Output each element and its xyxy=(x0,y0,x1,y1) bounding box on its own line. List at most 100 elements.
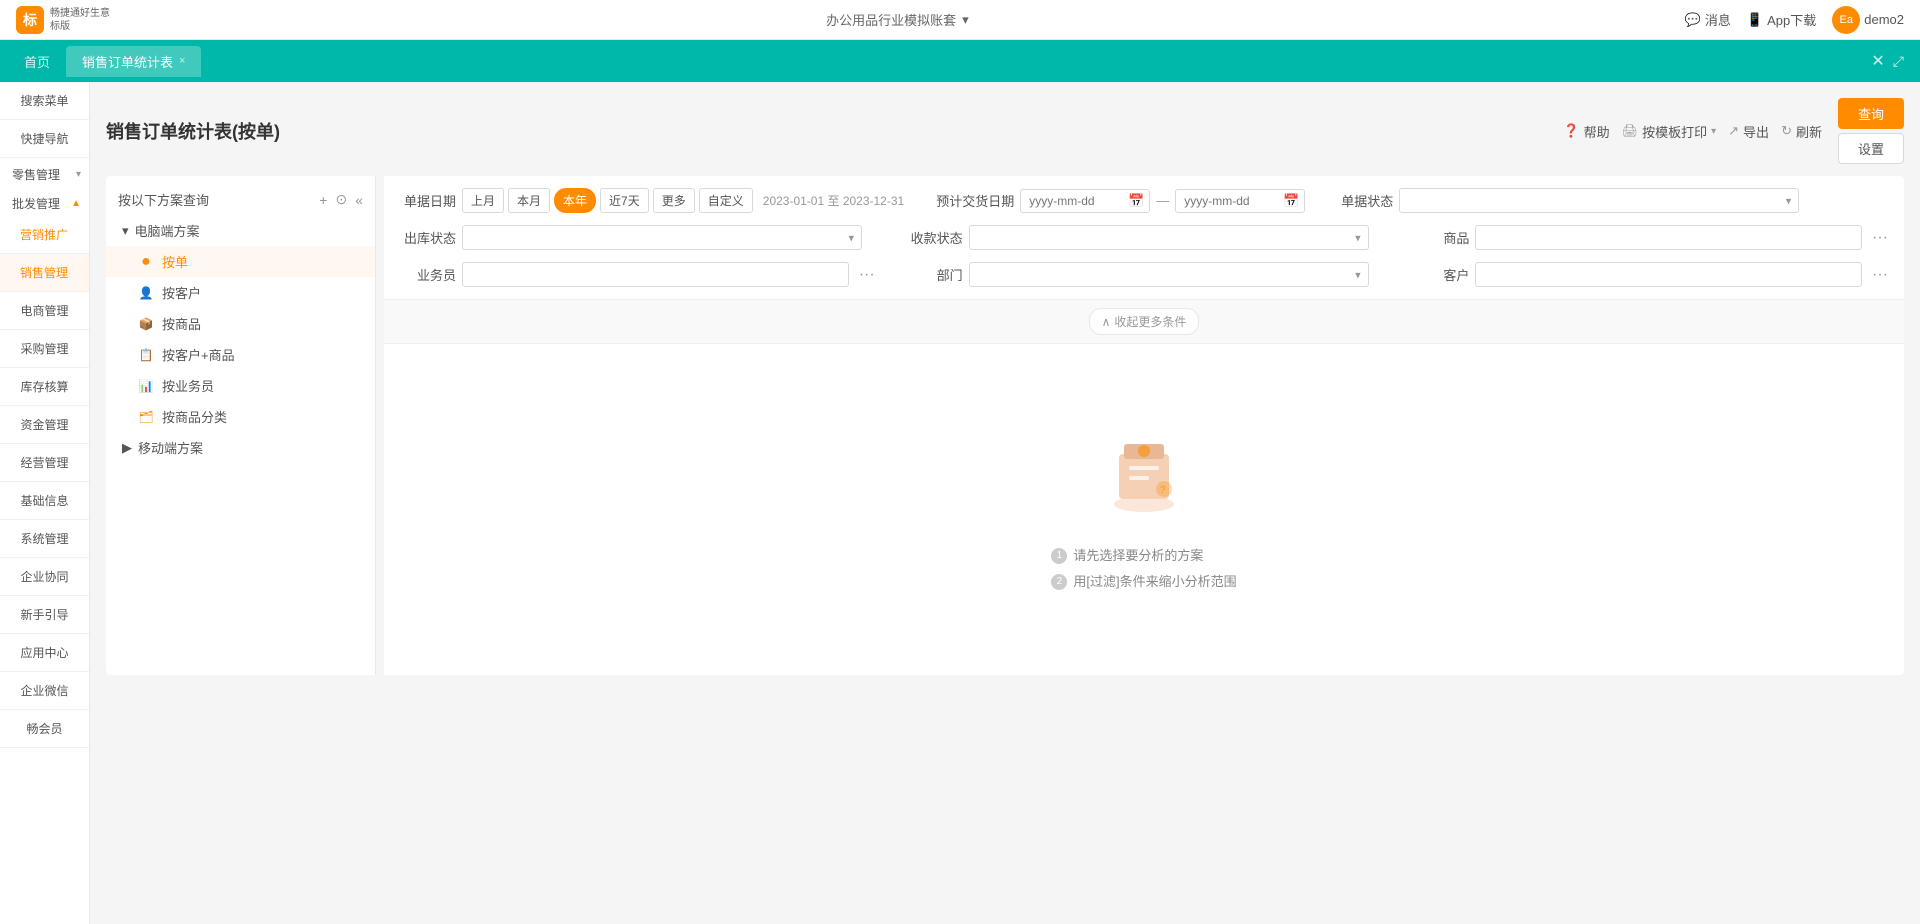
sidebar-inventory-label: 库存核算 xyxy=(20,378,68,395)
scheme-group-mobile: ▶ 移动端方案 xyxy=(106,432,375,463)
date-btn-lastmonth[interactable]: 上月 xyxy=(462,188,504,213)
sidebar-item-wholesale[interactable]: 批发管理 ▲ xyxy=(0,187,89,216)
add-scheme-icon[interactable]: + xyxy=(319,192,327,208)
sidebar-item-system[interactable]: 系统管理 xyxy=(0,520,89,558)
app-selector-label[interactable]: 办公用品行业模拟账套 xyxy=(826,10,956,29)
sidebar-retail-label: 零售管理 xyxy=(12,166,60,183)
sidebar-item-sales[interactable]: 销售管理 xyxy=(0,254,89,292)
sidebar-item-retail[interactable]: 零售管理 ▾ xyxy=(0,158,89,187)
sidebar-item-search[interactable]: 搜索菜单 xyxy=(0,82,89,120)
department-label: 部门 xyxy=(907,265,963,284)
goods-input[interactable] xyxy=(1475,225,1862,250)
export-label: 导出 xyxy=(1743,122,1769,141)
sidebar-item-basic[interactable]: 基础信息 xyxy=(0,482,89,520)
date-btn-more[interactable]: 更多 xyxy=(653,188,695,213)
tab-active[interactable]: 销售订单统计表 × xyxy=(66,46,201,77)
scheme-item-by-staff[interactable]: 📊 按业务员 xyxy=(106,370,375,401)
filter-group-department: 部门 xyxy=(907,262,1382,287)
scheme-item-by-customer-product[interactable]: 📋 按客户+商品 xyxy=(106,339,375,370)
sidebar-item-inventory[interactable]: 库存核算 xyxy=(0,368,89,406)
empty-tip-2: 2 用[过滤]条件来缩小分析范围 xyxy=(1051,569,1236,595)
payment-select[interactable] xyxy=(969,225,1369,250)
sidebar-item-shortcuts[interactable]: 快捷导航 xyxy=(0,120,89,158)
filter-group-expected-date: 预计交货日期 📅 — 📅 xyxy=(936,189,1305,213)
sidebar-operations-label: 经营管理 xyxy=(20,454,68,471)
tip-num-1: 1 xyxy=(1051,548,1067,564)
filter-group-status: 单据状态 xyxy=(1337,188,1888,213)
delivery-select-wrap xyxy=(462,225,862,250)
left-panel: 按以下方案查询 + ⊙ « ▾ 电脑端方案 xyxy=(106,176,376,675)
sidebar-purchase-label: 采购管理 xyxy=(20,340,68,357)
customer-input[interactable] xyxy=(1475,262,1862,287)
message-button[interactable]: 💬 消息 xyxy=(1685,10,1731,29)
tab-close-icon[interactable]: × xyxy=(179,55,185,67)
scheme-item-label-customer: 按客户 xyxy=(162,283,201,302)
window-controls: ✕ ⤢ xyxy=(1871,51,1904,71)
sidebar-item-newbie[interactable]: 新手引导 xyxy=(0,596,89,634)
scheme-item-by-product[interactable]: 📦 按商品 xyxy=(106,308,375,339)
status-select[interactable] xyxy=(1399,188,1799,213)
sidebar-item-vip[interactable]: 畅会员 xyxy=(0,710,89,748)
app-selector-arrow: ▾ xyxy=(962,12,969,28)
scheme-icon-order: ● xyxy=(138,254,154,270)
department-select[interactable] xyxy=(969,262,1369,287)
sidebar-item-marketing[interactable]: 营销推广 xyxy=(0,216,89,254)
print-button[interactable]: 🖨 按模板打印 ▾ xyxy=(1622,122,1717,141)
sidebar-item-ecommerce[interactable]: 电商管理 xyxy=(0,292,89,330)
help-button[interactable]: ❓ 帮助 xyxy=(1563,122,1609,141)
left-panel-icons: + ⊙ « xyxy=(319,191,363,208)
date-btn-thisyear[interactable]: 本年 xyxy=(554,188,596,213)
sidebar-item-wechat[interactable]: 企业微信 xyxy=(0,672,89,710)
empty-tip-1: 1 请先选择要分析的方案 xyxy=(1051,543,1236,569)
customer-dots[interactable]: ··· xyxy=(1872,266,1888,284)
filter-row-1: 单据日期 上月 本月 本年 近7天 更多 自定义 xyxy=(400,188,1888,213)
scheme-item-by-order[interactable]: ● 按单 xyxy=(106,246,375,277)
logo-text: 畅捷通好生意 标版 xyxy=(50,7,110,33)
sidebar-item-enterprise[interactable]: 企业协同 xyxy=(0,558,89,596)
logo-icon: 标 xyxy=(16,6,44,34)
department-select-wrap xyxy=(969,262,1369,287)
expected-date-start[interactable] xyxy=(1020,189,1150,213)
expected-date-end[interactable] xyxy=(1175,189,1305,213)
expected-date-end-wrap: 📅 xyxy=(1175,189,1305,213)
date-btn-7days[interactable]: 近7天 xyxy=(600,188,649,213)
collapse-panel-icon[interactable]: « xyxy=(355,192,363,208)
sidebar-item-appstore[interactable]: 应用中心 xyxy=(0,634,89,672)
page-title: 销售订单统计表(按单) xyxy=(106,118,280,144)
edit-scheme-icon[interactable]: ⊙ xyxy=(335,191,347,208)
scheme-group-mobile-title[interactable]: ▶ 移动端方案 xyxy=(106,432,375,463)
delivery-select[interactable] xyxy=(462,225,862,250)
refresh-button[interactable]: ↻ 刷新 xyxy=(1781,122,1822,141)
window-close-icon[interactable]: ✕ xyxy=(1871,51,1884,71)
sidebar-item-finance[interactable]: 资金管理 xyxy=(0,406,89,444)
scheme-item-label-product: 按商品 xyxy=(162,314,201,333)
tab-home[interactable]: 首页 xyxy=(8,46,66,77)
settings-button[interactable]: 设置 xyxy=(1838,133,1904,164)
window-maximize-icon[interactable]: ⤢ xyxy=(1893,53,1904,70)
collapse-btn[interactable]: ∧ 收起更多条件 xyxy=(1089,308,1200,335)
app-download-button[interactable]: 📱 App下载 xyxy=(1747,10,1816,29)
filter-group-customer: 客户 ··· xyxy=(1413,262,1888,287)
print-arrow: ▾ xyxy=(1711,126,1716,137)
svg-text:?: ? xyxy=(1160,485,1166,496)
topbar-center[interactable]: 办公用品行业模拟账套 ▾ xyxy=(826,10,969,29)
goods-dots[interactable]: ··· xyxy=(1872,229,1888,247)
date-range-text: 2023-01-01 至 2023-12-31 xyxy=(763,192,904,209)
date-label: 单据日期 xyxy=(400,191,456,210)
query-button[interactable]: 查询 xyxy=(1838,98,1904,129)
scheme-item-by-customer[interactable]: 👤 按客户 xyxy=(106,277,375,308)
sidebar-item-operations[interactable]: 经营管理 xyxy=(0,444,89,482)
export-button[interactable]: ↗ 导出 xyxy=(1728,122,1769,141)
scheme-item-label-staff: 按业务员 xyxy=(162,376,214,395)
salesman-dots[interactable]: ··· xyxy=(859,266,875,284)
goods-label: 商品 xyxy=(1413,228,1469,247)
scheme-item-by-category[interactable]: 🗂 按商品分类 xyxy=(106,401,375,432)
user-profile[interactable]: Ea demo2 xyxy=(1832,6,1904,34)
scheme-group-desktop-title[interactable]: ▾ 电脑端方案 xyxy=(106,215,375,246)
date-btn-custom[interactable]: 自定义 xyxy=(699,188,753,213)
action-buttons: 查询 设置 xyxy=(1838,98,1904,164)
avatar: Ea xyxy=(1832,6,1860,34)
sidebar-item-purchase[interactable]: 采购管理 xyxy=(0,330,89,368)
date-btn-thismonth[interactable]: 本月 xyxy=(508,188,550,213)
salesman-input[interactable] xyxy=(462,262,849,287)
